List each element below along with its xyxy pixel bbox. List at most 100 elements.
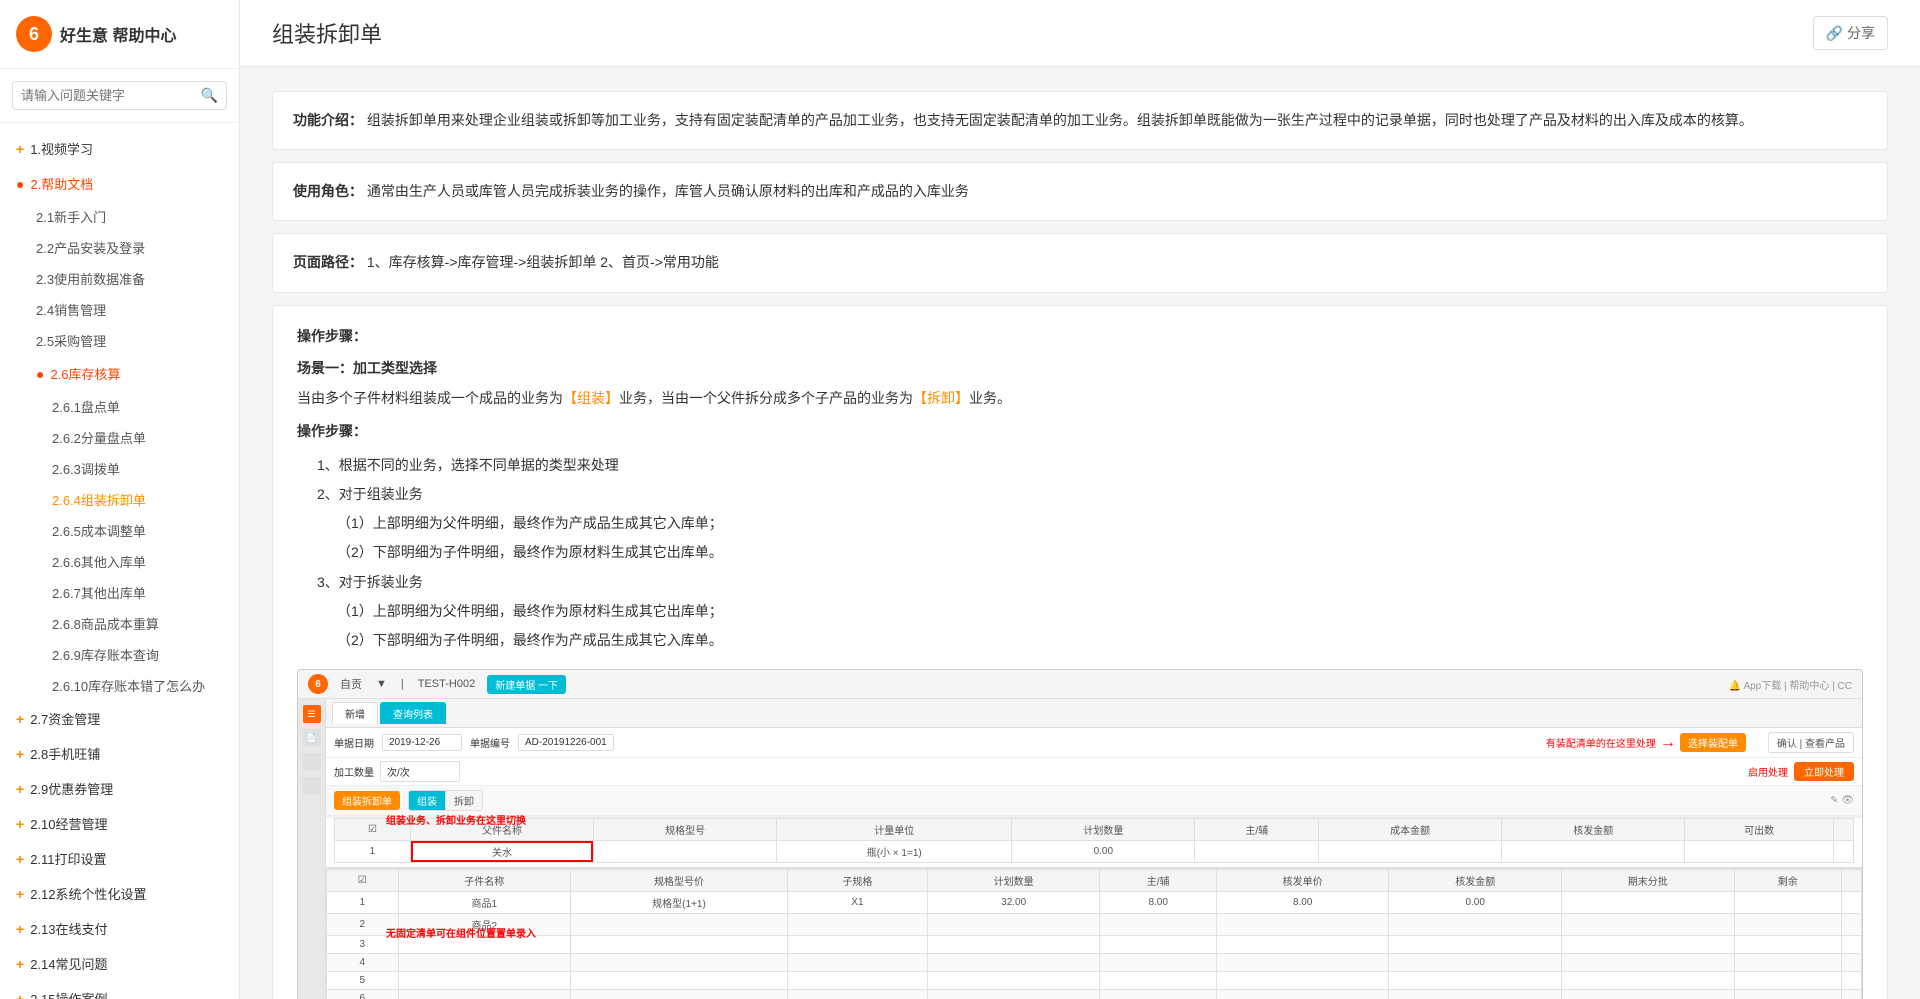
share-button[interactable]: 🔗 分享 bbox=[1813, 16, 1888, 50]
sidebar-item-2-13[interactable]: + 2.13在线支付 bbox=[0, 911, 239, 946]
mock-cell-plan: 0.00 bbox=[1012, 841, 1195, 863]
mock-new-btn[interactable]: 新建单据 一下 bbox=[487, 675, 566, 694]
mock-tabs: 新增 查询列表 bbox=[326, 699, 1862, 728]
mock-logo: 6 bbox=[308, 674, 328, 694]
expand-icon-2-11: + bbox=[16, 851, 24, 867]
mock-lower-table-area: 无固定清单可在组件位置置单录入 ☑ 子件名称 规格型号价 子规格 计划数量 bbox=[326, 867, 1862, 999]
step3-2: （2）下部明细为子件明细，最终作为产成品生成其它入库单。 bbox=[297, 628, 1863, 653]
collapse-icon-2-6: ● bbox=[36, 366, 44, 382]
step2: 2、对于组装业务 bbox=[297, 482, 1863, 507]
sidebar-item-2-6-8[interactable]: 2.6.8商品成本重算 bbox=[0, 608, 239, 639]
steps-sub-title: 操作步骤： bbox=[297, 421, 1863, 441]
mock-icons-area: 🔔 App下载 | 帮助中心 | CC bbox=[1729, 677, 1852, 692]
sidebar-item-2-6-6[interactable]: 2.6.6其他入库单 bbox=[0, 546, 239, 577]
table-row: 1 关水 瓶(小 × 1=1) 0.00 bbox=[335, 841, 1854, 863]
sidebar-item-2-7[interactable]: + 2.7资金管理 bbox=[0, 701, 239, 736]
mock-sub-col-sub-spec: 子规格 bbox=[787, 870, 927, 892]
sidebar-item-2-15[interactable]: + 2.15操作案例 bbox=[0, 981, 239, 999]
expand-icon-2-9: + bbox=[16, 781, 24, 797]
sidebar-label-2-13: 2.13在线支付 bbox=[30, 919, 107, 938]
mock-upper-table: ☑ 父件名称 规格型号 计量单位 计划数量 主/辅 成本金额 核发金额 可出数 bbox=[334, 818, 1854, 863]
mock-cell-unit: 瓶(小 × 1=1) bbox=[777, 841, 1012, 863]
mock-col-action bbox=[1834, 819, 1854, 841]
path-text: 1、库存核算->库存管理->组装拆卸单 2、首页->常用功能 bbox=[367, 254, 719, 270]
mock-nav-item-2: ▼ bbox=[372, 676, 391, 692]
sidebar-item-2-6-1[interactable]: 2.6.1盘点单 bbox=[0, 391, 239, 422]
mock-type-tab-disassemble[interactable]: 拆卸 bbox=[445, 791, 482, 810]
sidebar-label-2-6-5: 2.6.5成本调整单 bbox=[52, 521, 146, 540]
mock-sub-r1-plan: 32.00 bbox=[927, 892, 1100, 914]
mock-tab-new[interactable]: 新增 bbox=[332, 702, 378, 724]
sidebar-item-2-6-4[interactable]: 2.6.4组装拆卸单 bbox=[0, 484, 239, 515]
mock-confirm-btn[interactable]: 确认 | 查看产品 bbox=[1768, 732, 1854, 753]
mock-sub-r1-remain bbox=[1734, 892, 1842, 914]
mock-sub-r1-sub-spec: X1 bbox=[787, 892, 927, 914]
mock-new-btn-label: 新建单据 一下 bbox=[495, 681, 558, 692]
table-row: 1 商品1 规格型(1+1) X1 32.00 8.00 8.00 0.00 bbox=[327, 892, 1862, 914]
sidebar-item-2-6[interactable]: ● 2.6库存核算 bbox=[0, 356, 239, 391]
mock-cell-parent-name: 关水 bbox=[410, 841, 593, 863]
mock-sub-col-batch: 期末分批 bbox=[1561, 870, 1734, 892]
sidebar-label-2-4: 2.4销售管理 bbox=[36, 300, 106, 319]
mock-nav-item-1: 自贡 bbox=[336, 674, 366, 694]
mock-sub-col-spec: 规格型号价 bbox=[571, 870, 788, 892]
sidebar-item-2-9[interactable]: + 2.9优惠券管理 bbox=[0, 771, 239, 806]
mock-select-btn[interactable]: 选择装配单 bbox=[1680, 733, 1746, 752]
sidebar-item-2-10[interactable]: + 2.10经营管理 bbox=[0, 806, 239, 841]
sidebar-item-2-2[interactable]: 2.2产品安装及登录 bbox=[0, 232, 239, 263]
sidebar-item-2-12[interactable]: + 2.12系统个性化设置 bbox=[0, 876, 239, 911]
annotation1-area: 有装配清单的在这里处理 → 选择装配单 bbox=[1546, 733, 1746, 752]
sidebar-label-2-6-10: 2.6.10库存账本错了怎么办 bbox=[52, 676, 205, 695]
nav-area: + 1.视频学习 ● 2.帮助文档 2.1新手入门 2.2产品安装及登录 2.3… bbox=[0, 123, 239, 999]
mock-cell-spec bbox=[594, 841, 777, 863]
sidebar-label-2-5: 2.5采购管理 bbox=[36, 331, 106, 350]
mock-type-tab-assemble[interactable]: 组装 bbox=[409, 791, 445, 810]
sidebar-item-2-6-9[interactable]: 2.6.9库存账本查询 bbox=[0, 639, 239, 670]
expand-icon-2-10: + bbox=[16, 816, 24, 832]
sidebar-label-2-6-8: 2.6.8商品成本重算 bbox=[52, 614, 159, 633]
mock-sub-col-amount: 核发金额 bbox=[1389, 870, 1562, 892]
table-row: 5 bbox=[327, 972, 1862, 990]
sidebar-item-2-6-10[interactable]: 2.6.10库存账本错了怎么办 bbox=[0, 670, 239, 701]
mock-qty-value[interactable]: 次/次 bbox=[380, 761, 460, 782]
expand-icon-2-8: + bbox=[16, 746, 24, 762]
sidebar-item-2-8[interactable]: + 2.8手机旺铺 bbox=[0, 736, 239, 771]
sidebar-item-2-14[interactable]: + 2.14常见问题 bbox=[0, 946, 239, 981]
logo-text: 好生意 帮助中心 bbox=[60, 22, 176, 46]
sidebar-label-2-11: 2.11打印设置 bbox=[30, 849, 106, 868]
sidebar-label-2-6: 2.6库存核算 bbox=[50, 364, 120, 383]
mock-enable-btn[interactable]: 立即处理 bbox=[1794, 762, 1854, 781]
sidebar-item-2-3[interactable]: 2.3使用前数据准备 bbox=[0, 263, 239, 294]
mock-date-value[interactable]: 2019-12-26 bbox=[382, 734, 462, 751]
sidebar-item-2-4[interactable]: 2.4销售管理 bbox=[0, 294, 239, 325]
mock-type-row: 组装拆卸单 组装 拆卸 组装业务、拆卸业务在这里切换 ✎ 👁 bbox=[326, 786, 1862, 816]
sidebar-item-video[interactable]: + 1.视频学习 bbox=[0, 131, 239, 166]
mock-sub-r1-batch bbox=[1561, 892, 1734, 914]
sidebar-item-2-6-2[interactable]: 2.6.2分量盘点单 bbox=[0, 422, 239, 453]
sidebar-label-2-8: 2.8手机旺铺 bbox=[30, 744, 100, 763]
sidebar-item-2-1[interactable]: 2.1新手入门 bbox=[0, 201, 239, 232]
mock-cell-issue bbox=[1502, 841, 1685, 863]
mock-icon-strip: ☰ 📄 bbox=[298, 699, 326, 999]
table-row: 6 bbox=[327, 990, 1862, 999]
search-input[interactable] bbox=[21, 88, 201, 103]
step2-2: （2）下部明细为子件明细，最终作为原材料生成其它出库单。 bbox=[297, 540, 1863, 565]
share-icon: 🔗 bbox=[1826, 25, 1843, 42]
search-icon[interactable]: 🔍 bbox=[201, 87, 218, 104]
sidebar-item-docs[interactable]: ● 2.帮助文档 bbox=[0, 166, 239, 201]
sidebar-item-2-5[interactable]: 2.5采购管理 bbox=[0, 325, 239, 356]
mock-cell-action bbox=[1834, 841, 1854, 863]
sidebar-item-2-6-5[interactable]: 2.6.5成本调整单 bbox=[0, 515, 239, 546]
expand-icon-2-14: + bbox=[16, 956, 24, 972]
mock-tab-active[interactable]: 查询列表 bbox=[380, 702, 446, 724]
sidebar-item-2-6-3[interactable]: 2.6.3调拨单 bbox=[0, 453, 239, 484]
mock-id-value[interactable]: AD-20191226-001 bbox=[518, 734, 614, 751]
intro-text: 组装拆卸单用来处理企业组装或拆卸等加工业务，支持有固定装配清单的产品加工业务，也… bbox=[367, 112, 1753, 128]
sidebar-item-2-6-7[interactable]: 2.6.7其他出库单 bbox=[0, 577, 239, 608]
sidebar-label-2-12: 2.12系统个性化设置 bbox=[30, 884, 146, 903]
sidebar-label-2-6-4: 2.6.4组装拆卸单 bbox=[52, 490, 146, 509]
search-box: 🔍 bbox=[12, 81, 227, 110]
table-row: 3 bbox=[327, 936, 1862, 954]
mock-lower-table: ☑ 子件名称 规格型号价 子规格 计划数量 主/辅 核发单价 核发金额 期末分批 bbox=[326, 869, 1862, 999]
sidebar-item-2-11[interactable]: + 2.11打印设置 bbox=[0, 841, 239, 876]
